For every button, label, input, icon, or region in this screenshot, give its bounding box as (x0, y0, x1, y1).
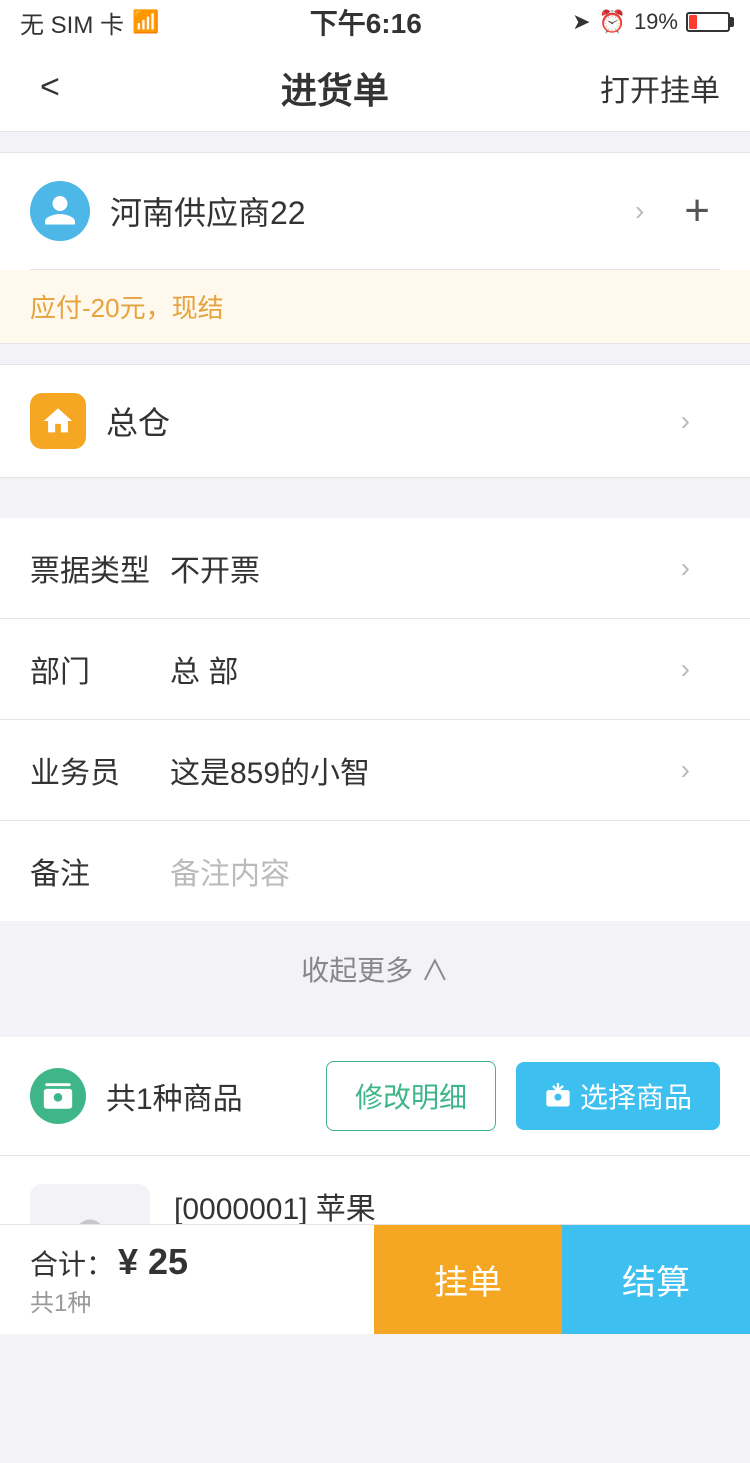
warehouse-icon-bg (30, 393, 86, 449)
salesperson-chevron-icon: › (681, 754, 690, 786)
divider-3 (0, 1017, 750, 1037)
department-value: 总 部 (170, 647, 681, 691)
page-title: 进货单 (281, 62, 389, 114)
ticket-type-label: 票据类型 (30, 546, 170, 590)
collapse-button[interactable]: 收起更多 ∧ (0, 921, 750, 1017)
settle-button[interactable]: 结算 (562, 1225, 750, 1334)
product-header: 共1种商品 修改明细 选择商品 (0, 1037, 750, 1156)
ticket-type-row[interactable]: 票据类型 不开票 › (0, 518, 750, 619)
product-name: [0000001] 苹果 (174, 1184, 667, 1228)
status-carrier: 无 SIM 卡 📶 (20, 5, 159, 40)
location-icon: ➤ (572, 9, 590, 35)
salesperson-row[interactable]: 业务员 这是859的小智 › (0, 720, 750, 821)
person-icon (42, 193, 78, 229)
battery-icon (686, 12, 730, 32)
warehouse-name: 总仓 (106, 398, 681, 444)
back-button[interactable]: < (30, 58, 70, 117)
select-product-icon (544, 1082, 572, 1110)
supplier-row[interactable]: 河南供应商22 › + (0, 153, 750, 269)
warehouse-chevron-icon: › (681, 405, 690, 437)
bottom-spacer (0, 1333, 750, 1463)
hang-button[interactable]: 挂单 (374, 1225, 562, 1334)
carrier-text: 无 SIM 卡 (20, 5, 124, 40)
total-sub: 共1种 (30, 1283, 344, 1318)
product-icon (41, 1079, 75, 1113)
select-product-button[interactable]: 选择商品 (516, 1062, 720, 1130)
form-section: 票据类型 不开票 › 部门 总 部 › 业务员 这是859的小智 › 备注 备注… (0, 518, 750, 921)
department-chevron-icon: › (681, 653, 690, 685)
status-bar: 无 SIM 卡 📶 下午6:16 ➤ ⏰ 19% (0, 0, 750, 44)
remark-value: 备注内容 (170, 849, 720, 893)
nav-bar: < 进货单 打开挂单 (0, 44, 750, 132)
supplier-notice: 应付-20元，现结 (0, 270, 750, 343)
divider-top (0, 132, 750, 152)
edit-detail-button[interactable]: 修改明细 (326, 1061, 496, 1131)
warehouse-icon (41, 404, 75, 438)
remark-row[interactable]: 备注 备注内容 (0, 821, 750, 921)
collapse-label: 收起更多 ∧ (301, 949, 449, 989)
supplier-chevron-icon: › (635, 195, 644, 227)
divider-2 (0, 478, 750, 498)
department-label: 部门 (30, 647, 170, 691)
status-time: 下午6:16 (310, 2, 422, 42)
divider-1 (0, 344, 750, 364)
status-right: ➤ ⏰ 19% (572, 9, 730, 35)
supplier-avatar (30, 181, 90, 241)
alarm-icon: ⏰ (599, 9, 626, 35)
ticket-type-chevron-icon: › (681, 552, 690, 584)
warehouse-row[interactable]: 总仓 › (0, 364, 750, 478)
remark-label: 备注 (30, 849, 170, 893)
salesperson-label: 业务员 (30, 748, 170, 792)
department-row[interactable]: 部门 总 部 › (0, 619, 750, 720)
product-icon-bg (30, 1068, 86, 1124)
wifi-icon: 📶 (132, 9, 159, 35)
supplier-name: 河南供应商22 (110, 188, 635, 234)
battery-text: 19% (634, 9, 678, 35)
open-hang-button[interactable]: 打开挂单 (600, 66, 720, 110)
total-amount: ¥ 25 (118, 1241, 188, 1283)
product-code: [0000001] 苹果 (174, 1193, 376, 1226)
supplier-section: 河南供应商22 › + 应付-20元，现结 (0, 152, 750, 344)
select-product-label: 选择商品 (580, 1076, 692, 1116)
product-count: 共1种商品 (106, 1074, 306, 1118)
salesperson-value: 这是859的小智 (170, 748, 681, 792)
total-label: 合计： (30, 1243, 114, 1283)
bottom-total: 合计： ¥ 25 共1种 (0, 1225, 374, 1334)
add-button[interactable]: + (674, 186, 720, 236)
bottom-bar: 合计： ¥ 25 共1种 挂单 结算 (0, 1224, 750, 1334)
ticket-type-value: 不开票 (170, 546, 681, 590)
